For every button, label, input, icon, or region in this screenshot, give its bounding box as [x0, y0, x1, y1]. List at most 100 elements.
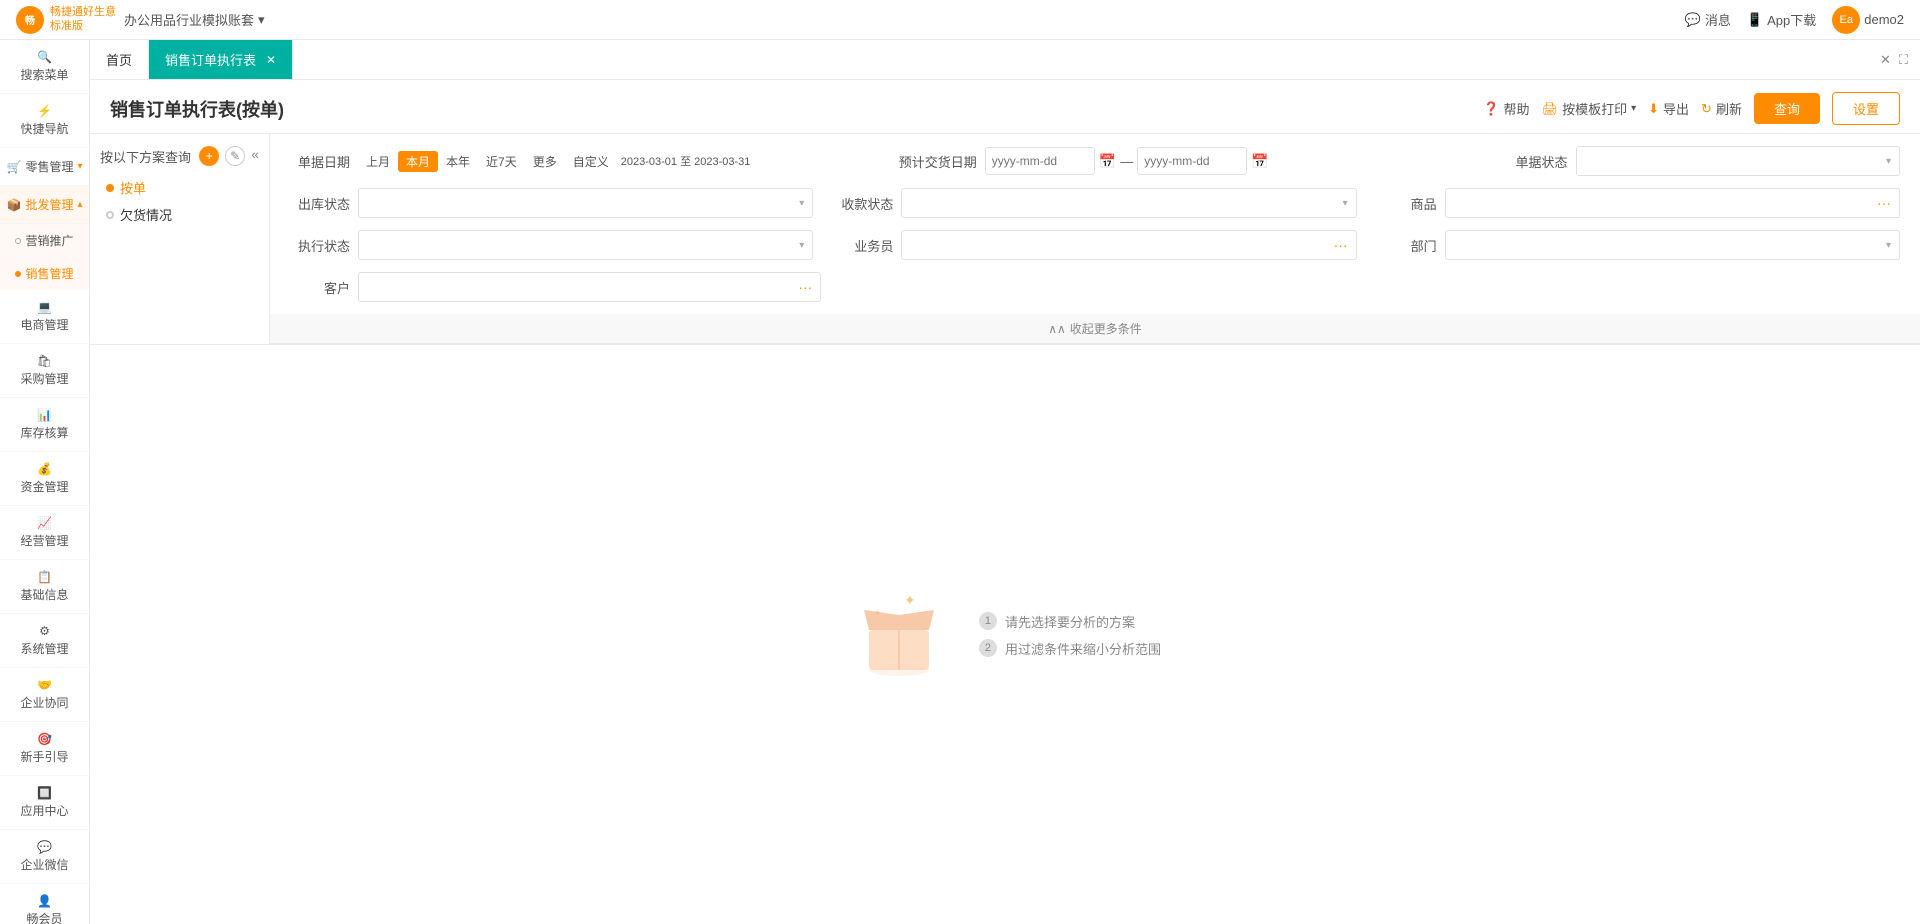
tab-bar: 首页 销售订单执行表 ✕ ✕ ⛶ — [90, 40, 1920, 80]
out-status-select[interactable]: ▾ — [358, 188, 813, 218]
customer-select[interactable]: ··· — [358, 272, 821, 302]
header-left: 畅 畅捷通好生意 标准版 办公用品行业模拟账套 ▾ — [16, 6, 265, 34]
purchase-icon: 🛍 — [37, 354, 52, 368]
tab-close-icon[interactable]: ✕ — [266, 53, 276, 67]
quick-nav-icon: ⚡ — [37, 104, 52, 118]
sidebar-item-operations[interactable]: 📈 经营管理 — [0, 506, 89, 560]
settings-button[interactable]: 设置 — [1832, 92, 1900, 125]
app-center-icon: 🔲 — [37, 786, 52, 800]
query-button[interactable]: 查询 — [1754, 93, 1820, 124]
sidebar-item-enterprise-wechat[interactable]: 💬 企业微信 — [0, 830, 89, 884]
collapse-bar[interactable]: ∧∧ 收起更多条件 — [270, 314, 1920, 344]
svg-text:✦: ✦ — [874, 608, 881, 617]
salesperson-select[interactable]: ··· — [901, 230, 1356, 260]
sidebar-item-inventory[interactable]: 📊 库存核算 — [0, 398, 89, 452]
scheme-collapse-btn[interactable]: « — [251, 146, 259, 166]
retail-icon: 🛒 — [7, 160, 22, 174]
top-header: 畅 畅捷通好生意 标准版 办公用品行业模拟账套 ▾ 💬 消息 📱 App下载 E… — [0, 0, 1920, 40]
sidebar-item-newbie[interactable]: 🎯 新手引导 — [0, 722, 89, 776]
date-tab-last-month[interactable]: 上月 — [358, 151, 398, 172]
ellipsis-icon[interactable]: ··· — [798, 279, 812, 295]
page-title: 销售订单执行表(按单) — [110, 96, 284, 122]
sidebar-item-retail[interactable]: 🛒 零售管理 ▾ — [0, 148, 89, 186]
filter-area: 按以下方案查询 + ✎ « 按单 欠货情况 — [90, 134, 1920, 345]
enterprise-icon: 🤝 — [37, 678, 52, 692]
ecommerce-icon: 💻 — [37, 300, 52, 314]
empty-tip-2: 2 用过滤条件来缩小分析范围 — [979, 639, 1161, 658]
help-btn[interactable]: ❓ 帮助 — [1483, 99, 1529, 118]
filter-fields: 单据日期 上月 本月 本年 近7天 更多 自定义 — [270, 134, 1920, 314]
sidebar-item-member[interactable]: 👤 畅会员 — [0, 884, 89, 924]
date-tab-more[interactable]: 更多 — [525, 151, 565, 172]
wholesale-submenu: 营销推广 销售管理 — [0, 224, 89, 290]
filter-row-2: 出库状态 ▾ 收款状态 ▾ — [290, 188, 1900, 218]
app-download-btn[interactable]: 📱 App下载 — [1747, 10, 1816, 29]
sidebar-sub-item-sales[interactable]: 销售管理 — [0, 257, 89, 290]
customer-label: 客户 — [290, 278, 350, 297]
delivery-date-start[interactable] — [985, 147, 1095, 175]
empty-tips: 1 请先选择要分析的方案 2 用过滤条件来缩小分析范围 — [979, 612, 1161, 658]
collection-status-select[interactable]: ▾ — [901, 188, 1356, 218]
date-tab-7days[interactable]: 近7天 — [478, 151, 525, 172]
sidebar-sub-item-marketing[interactable]: 营销推广 — [0, 224, 89, 257]
message-icon: 💬 — [1685, 12, 1701, 28]
download-icon: 📱 — [1747, 12, 1763, 28]
empty-illustration: ✦ ✦ — [849, 585, 949, 685]
ellipsis-icon[interactable]: ··· — [1877, 195, 1891, 211]
system-icon: ⚙ — [39, 624, 50, 638]
ellipsis-icon[interactable]: ··· — [1334, 237, 1348, 253]
sidebar-item-purchase[interactable]: 🛍 采购管理 — [0, 344, 89, 398]
scheme-add-btn[interactable]: + — [199, 146, 219, 166]
empty-state-content: ✦ ✦ 1 请先选择要分析的方案 2 用过滤条件来缩小分析范围 — [849, 585, 1161, 685]
calendar-end-icon[interactable]: 📅 — [1251, 153, 1268, 170]
filter-field-doc-status: 单据状态 ▾ — [1508, 146, 1901, 176]
message-btn[interactable]: 💬 消息 — [1685, 10, 1731, 29]
print-btn[interactable]: 🖨 按模板打印 ▾ — [1542, 99, 1637, 118]
out-status-label: 出库状态 — [290, 194, 350, 213]
collection-status-label: 收款状态 — [833, 194, 893, 213]
date-tab-custom[interactable]: 自定义 — [565, 151, 617, 172]
scheme-edit-btn[interactable]: ✎ — [225, 146, 245, 166]
sidebar-item-system[interactable]: ⚙ 系统管理 — [0, 614, 89, 668]
empty-state: ✦ ✦ 1 请先选择要分析的方案 2 用过滤条件来缩小分析范围 — [90, 345, 1920, 924]
scheme-panel-header: 按以下方案查询 + ✎ « — [100, 146, 259, 166]
sidebar-item-quick-nav[interactable]: ⚡ 快捷导航 — [0, 94, 89, 148]
exec-status-select[interactable]: ▾ — [358, 230, 813, 260]
date-tab-this-year[interactable]: 本年 — [438, 151, 478, 172]
sidebar-item-enterprise[interactable]: 🤝 企业协同 — [0, 668, 89, 722]
logo-icon: 畅 — [16, 6, 44, 34]
content-area: 首页 销售订单执行表 ✕ ✕ ⛶ 销售订单执行表(按单) ❓ 帮助 — [90, 40, 1920, 924]
tab-home[interactable]: 首页 — [90, 40, 149, 79]
wholesale-icon: 📦 — [7, 198, 22, 212]
sidebar-item-app-center[interactable]: 🔲 应用中心 — [0, 776, 89, 830]
sidebar-item-finance[interactable]: 💰 资金管理 — [0, 452, 89, 506]
department-label: 部门 — [1377, 236, 1437, 255]
exec-status-label: 执行状态 — [290, 236, 350, 255]
export-icon: ⬇ — [1648, 101, 1659, 117]
date-tab-this-month[interactable]: 本月 — [398, 151, 438, 172]
tab-close-window-icon[interactable]: ✕ — [1880, 52, 1891, 68]
chevron-down-icon: ▾ — [77, 161, 82, 172]
sidebar-item-ecommerce[interactable]: 💻 电商管理 — [0, 290, 89, 344]
doc-status-select[interactable]: ▾ — [1576, 146, 1901, 176]
sidebar-item-search[interactable]: 🔍 搜索菜单 — [0, 40, 89, 94]
refresh-btn[interactable]: ↻ 刷新 — [1701, 99, 1742, 118]
sidebar-item-wholesale[interactable]: 📦 批发管理 ▴ — [0, 186, 89, 224]
tab-fullscreen-icon[interactable]: ⛶ — [1899, 52, 1908, 68]
scheme-panel: 按以下方案查询 + ✎ « 按单 欠货情况 — [90, 134, 270, 344]
sidebar: 🔍 搜索菜单 ⚡ 快捷导航 🛒 零售管理 ▾ 📦 批发管理 ▴ 营销推广 — [0, 40, 90, 924]
goods-select[interactable]: ··· — [1445, 188, 1900, 218]
scheme-panel-title: 按以下方案查询 — [100, 147, 191, 166]
export-btn[interactable]: ⬇ 导出 — [1648, 99, 1689, 118]
scheme-item-by-order[interactable]: 按单 — [100, 174, 259, 201]
delivery-date-end[interactable] — [1137, 147, 1247, 175]
user-area[interactable]: Ea demo2 — [1832, 6, 1904, 34]
tab-sales-order[interactable]: 销售订单执行表 ✕ — [149, 40, 293, 79]
sidebar-item-basics[interactable]: 📋 基础信息 — [0, 560, 89, 614]
calendar-start-icon[interactable]: 📅 — [1099, 153, 1116, 170]
app-selector[interactable]: 办公用品行业模拟账套 ▾ — [124, 10, 265, 29]
chevron-down-icon: ▾ — [1886, 240, 1891, 251]
department-select[interactable]: ▾ — [1445, 230, 1900, 260]
scheme-item-by-debt[interactable]: 欠货情况 — [100, 201, 259, 228]
date-range-text: 2023-03-01 至 2023-03-31 — [621, 153, 751, 169]
